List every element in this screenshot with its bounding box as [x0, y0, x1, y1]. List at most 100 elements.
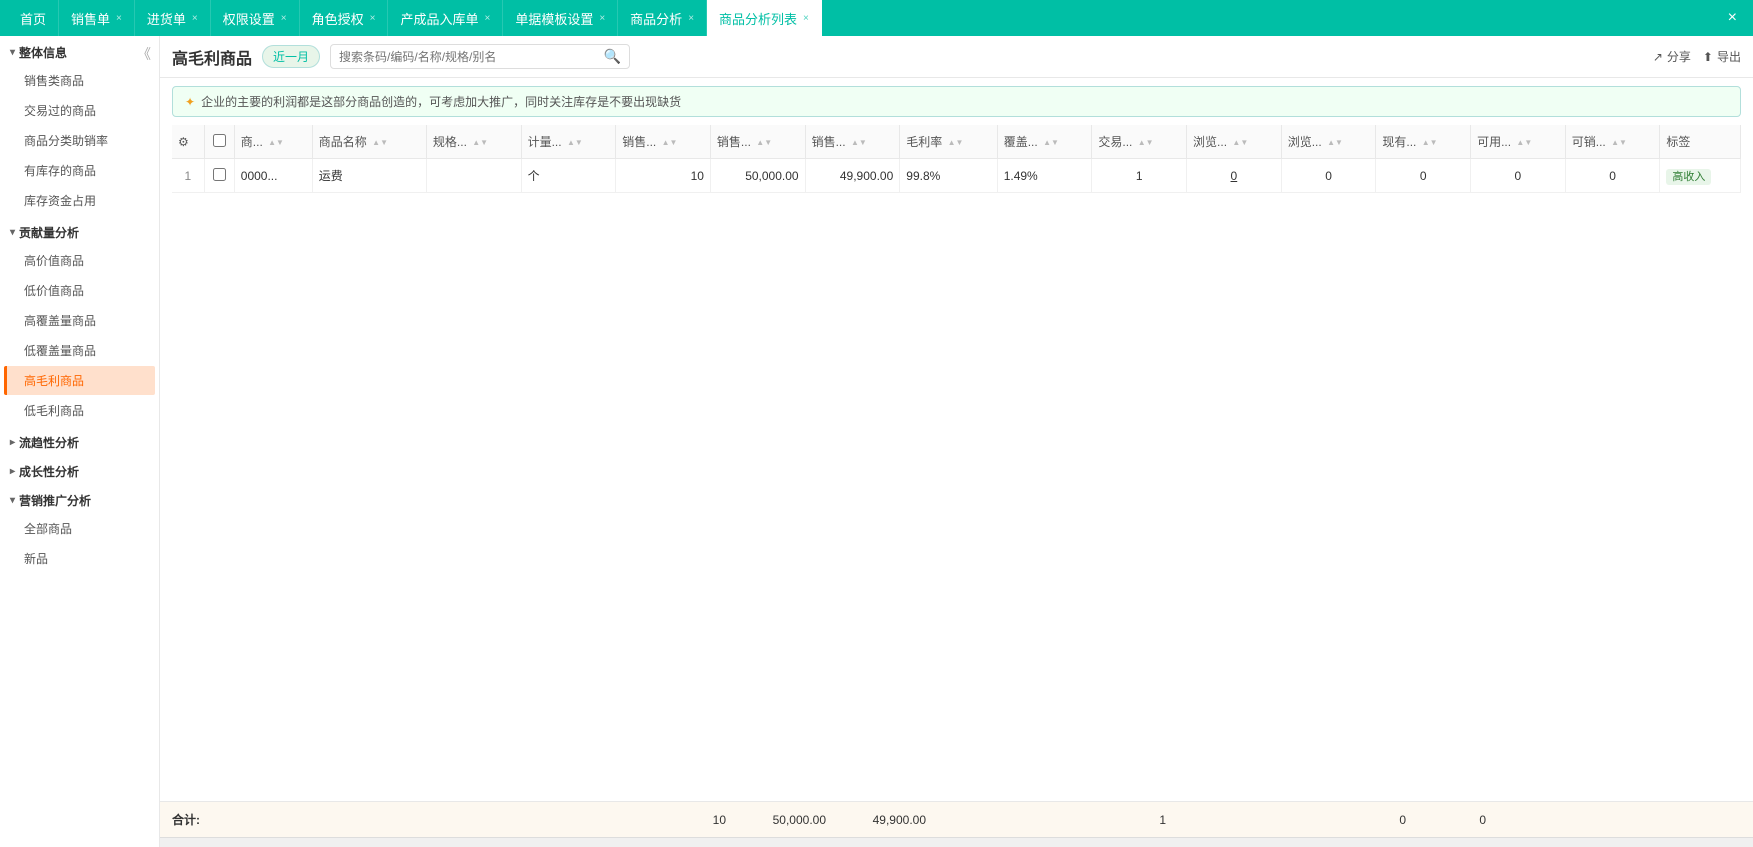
sidebar-collapse-button[interactable]: 《	[137, 44, 151, 64]
col-sales-cost[interactable]: 销售... ▲▼	[805, 125, 900, 159]
sidebar-item-stock-capital[interactable]: 库存资金占用	[4, 186, 155, 215]
sidebar-group-growth[interactable]: ▸ 成长性分析	[0, 455, 159, 484]
sort-arrows-browse2: ▲▼	[1327, 139, 1343, 147]
sidebar-item-low-value[interactable]: 低价值商品	[4, 276, 155, 305]
sort-arrows-sales-qty: ▲▼	[662, 139, 678, 147]
sidebar-item-low-margin[interactable]: 低毛利商品	[4, 396, 155, 425]
nav-template[interactable]: 单据模板设置 ×	[503, 0, 618, 36]
select-all-checkbox[interactable]	[213, 134, 226, 147]
cell-sku-code: 0000...	[234, 159, 312, 193]
nav-product-in[interactable]: 产成品入库单 ×	[388, 0, 503, 36]
nav-sales[interactable]: 销售单 ×	[59, 0, 135, 36]
share-icon: ↗	[1653, 50, 1663, 64]
sidebar-item-all-goods[interactable]: 全部商品	[4, 514, 155, 543]
sidebar-group-contribution[interactable]: ▾ 贡献量分析	[0, 216, 159, 245]
sidebar-item-high-coverage[interactable]: 高覆盖量商品	[4, 306, 155, 335]
sidebar-item-traded-goods[interactable]: 交易过的商品	[4, 96, 155, 125]
sidebar-item-in-stock[interactable]: 有库存的商品	[4, 156, 155, 185]
arrow-right-icon-2: ▸	[10, 466, 15, 477]
nav-product-analysis-close[interactable]: ×	[688, 13, 694, 24]
col-unit[interactable]: 计量... ▲▼	[521, 125, 616, 159]
cell-unit: 个	[521, 159, 616, 193]
info-banner: ✦ 企业的主要的利润都是这部分商品创造的，可考虑加大推广，同时关注库存是不要出现…	[172, 86, 1741, 117]
footer-sales-amount: 50,000.00	[732, 813, 832, 827]
main-layout: 《 ▾ 整体信息 销售类商品 交易过的商品 商品分类助销率 有库存的商品 库存资…	[0, 36, 1753, 847]
col-gross-margin[interactable]: 毛利率 ▲▼	[900, 125, 997, 159]
sort-arrows-sales-amount: ▲▼	[756, 139, 772, 147]
sidebar-group-overall[interactable]: ▾ 整体信息	[0, 36, 159, 65]
table-container[interactable]: ⚙ 商... ▲▼ 商品名称 ▲▼ 规格...	[160, 125, 1753, 801]
row-num: 1	[172, 159, 204, 193]
sidebar-item-high-margin[interactable]: 高毛利商品	[4, 366, 155, 395]
sidebar-item-sales-goods[interactable]: 销售类商品	[4, 66, 155, 95]
footer-sales-cost: 49,900.00	[832, 813, 932, 827]
nav-product-analysis-list-close[interactable]: ×	[803, 13, 809, 24]
content-area: 高毛利商品 近一月 🔍 ↗ 分享 ⬆ 导出 ✦ 企业的主要的利润都是这部分商品创…	[160, 36, 1753, 847]
table-header-row: ⚙ 商... ▲▼ 商品名称 ▲▼ 规格...	[172, 125, 1741, 159]
col-settings[interactable]: ⚙	[172, 125, 204, 159]
col-available[interactable]: 可用... ▲▼	[1471, 125, 1566, 159]
col-browse2[interactable]: 浏览... ▲▼	[1281, 125, 1376, 159]
col-transaction[interactable]: 交易... ▲▼	[1092, 125, 1187, 159]
nav-home[interactable]: 首页	[8, 0, 59, 36]
nav-permission[interactable]: 权限设置 ×	[211, 0, 300, 36]
cell-spec	[426, 159, 521, 193]
share-button[interactable]: ↗ 分享	[1653, 48, 1691, 65]
sort-arrows-coverage: ▲▼	[1043, 139, 1059, 147]
arrow-down-icon-3: ▾	[10, 495, 15, 506]
nav-template-close[interactable]: ×	[599, 13, 605, 24]
cell-transaction: 1	[1092, 159, 1187, 193]
footer-sales-qty: 10	[652, 813, 732, 827]
col-sales-amount[interactable]: 销售... ▲▼	[710, 125, 805, 159]
export-button[interactable]: ⬆ 导出	[1703, 48, 1741, 65]
col-name[interactable]: 商品名称 ▲▼	[312, 125, 426, 159]
search-icon[interactable]: 🔍	[604, 48, 621, 65]
export-icon: ⬆	[1703, 50, 1713, 64]
nav-product-analysis[interactable]: 商品分析 ×	[618, 0, 707, 36]
col-sellable[interactable]: 可销... ▲▼	[1565, 125, 1660, 159]
page-title: 高毛利商品	[172, 45, 252, 69]
sort-arrows-spec: ▲▼	[472, 139, 488, 147]
col-current-stock[interactable]: 现有... ▲▼	[1376, 125, 1471, 159]
cell-sales-qty: 10	[616, 159, 711, 193]
cell-browse1[interactable]: 0	[1187, 159, 1282, 193]
col-coverage[interactable]: 覆盖... ▲▼	[997, 125, 1092, 159]
search-input[interactable]	[339, 50, 600, 64]
sidebar-item-new-goods[interactable]: 新品	[4, 544, 155, 573]
bottom-scrollbar[interactable]	[160, 837, 1753, 847]
footer-current-stock: 0	[1332, 813, 1412, 827]
cell-name: 运费	[312, 159, 426, 193]
search-box: 🔍	[330, 44, 630, 69]
sort-arrows-sku: ▲▼	[268, 139, 284, 147]
cell-gross-margin: 99.8%	[900, 159, 997, 193]
sort-arrows-sellable: ▲▼	[1611, 139, 1627, 147]
nav-role-close[interactable]: ×	[370, 13, 376, 24]
sort-arrows-available: ▲▼	[1516, 139, 1532, 147]
sort-arrows-unit: ▲▼	[567, 139, 583, 147]
global-close-icon[interactable]: ×	[1720, 9, 1745, 27]
sidebar-group-flow[interactable]: ▸ 流趋性分析	[0, 426, 159, 455]
nav-role[interactable]: 角色授权 ×	[300, 0, 389, 36]
tip-icon: ✦	[185, 95, 195, 109]
nav-purchase[interactable]: 进货单 ×	[135, 0, 211, 36]
cell-sales-amount: 50,000.00	[710, 159, 805, 193]
filter-recent-month-button[interactable]: 近一月	[262, 45, 320, 68]
nav-product-in-close[interactable]: ×	[484, 13, 490, 24]
col-spec[interactable]: 规格... ▲▼	[426, 125, 521, 159]
row-checkbox-cell	[204, 159, 234, 193]
sidebar-item-high-value[interactable]: 高价值商品	[4, 246, 155, 275]
nav-product-analysis-list[interactable]: 商品分析列表 ×	[707, 0, 822, 36]
nav-permission-close[interactable]: ×	[281, 13, 287, 24]
sort-arrows-browse1: ▲▼	[1232, 139, 1248, 147]
col-sku-code[interactable]: 商... ▲▼	[234, 125, 312, 159]
nav-sales-close[interactable]: ×	[116, 13, 122, 24]
row-checkbox[interactable]	[213, 168, 226, 181]
col-browse1[interactable]: 浏览... ▲▼	[1187, 125, 1282, 159]
nav-purchase-close[interactable]: ×	[192, 13, 198, 24]
sort-arrows-sales-cost: ▲▼	[851, 139, 867, 147]
sidebar-item-category-rate[interactable]: 商品分类助销率	[4, 126, 155, 155]
sidebar-group-marketing[interactable]: ▾ 营销推广分析	[0, 484, 159, 513]
footer-label: 合计:	[172, 811, 372, 828]
col-sales-qty[interactable]: 销售... ▲▼	[616, 125, 711, 159]
sidebar-item-low-coverage[interactable]: 低覆盖量商品	[4, 336, 155, 365]
